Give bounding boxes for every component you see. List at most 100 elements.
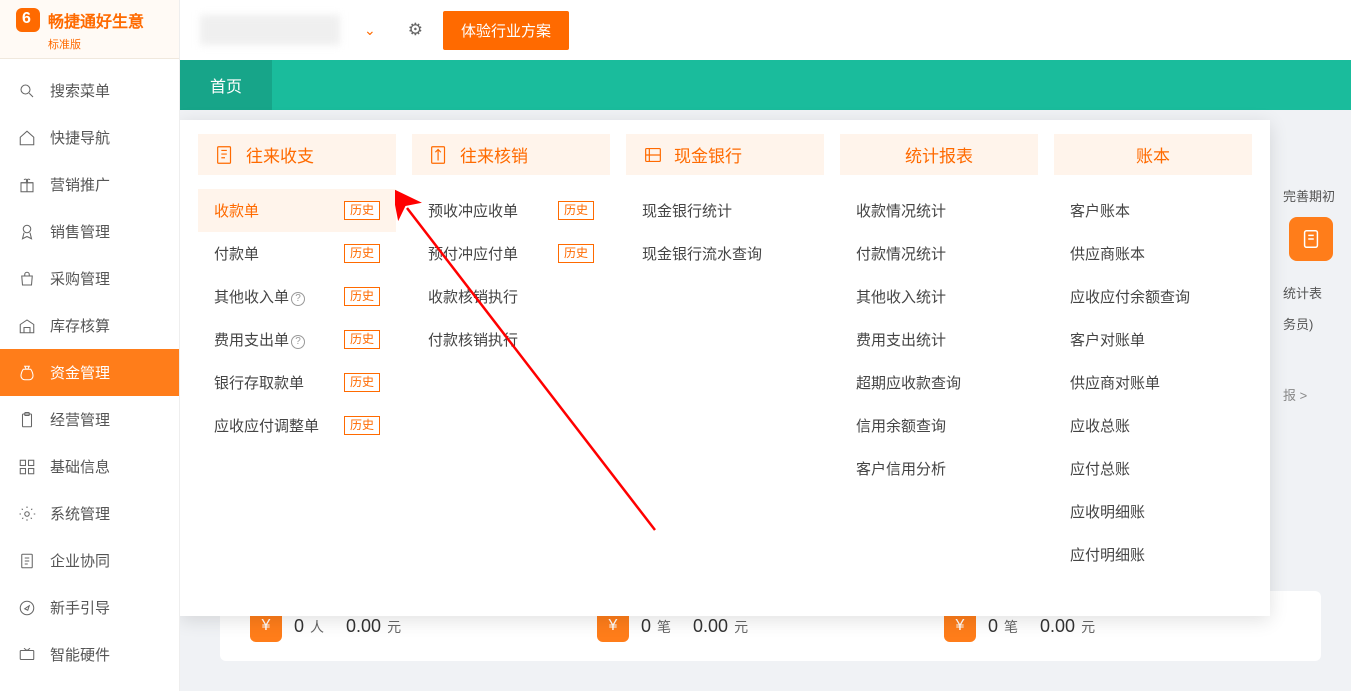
sidebar-item-9[interactable]: 系统管理: [0, 490, 179, 537]
menu-item-label: 收款单: [214, 200, 259, 221]
receipt-icon: [214, 144, 236, 166]
sidebar-item-3[interactable]: 销售管理: [0, 208, 179, 255]
flyout-header-writeoff: 往来核销: [412, 134, 610, 175]
sidebar-item-7[interactable]: 经营管理: [0, 396, 179, 443]
history-badge[interactable]: 历史: [558, 201, 594, 219]
settings-gear-icon[interactable]: ⚙: [400, 20, 431, 40]
stat1-amt: 0.00: [346, 616, 381, 637]
stat3-amt: 0.00: [1040, 616, 1075, 637]
menu-item-col4-5[interactable]: 信用余额查询: [840, 404, 1038, 447]
org-dropdown-arrow-icon[interactable]: ⌄: [352, 22, 388, 39]
history-badge[interactable]: 历史: [344, 330, 380, 348]
menu-item-label: 预付冲应付单: [428, 243, 518, 264]
flyout-list-1: 收款单历史付款单历史其他收入单?历史费用支出单?历史银行存取款单历史应收应付调整…: [198, 189, 396, 447]
menu-item-label: 收款核销执行: [428, 286, 518, 307]
menu-item-col4-6[interactable]: 客户信用分析: [840, 447, 1038, 490]
menu-item-col3-0[interactable]: 现金银行统计: [626, 189, 824, 232]
history-badge[interactable]: 历史: [558, 244, 594, 262]
stat1-val: 0: [294, 616, 304, 637]
menu-item-label: 供应商账本: [1070, 243, 1145, 264]
history-badge[interactable]: 历史: [344, 244, 380, 262]
history-badge[interactable]: 历史: [344, 416, 380, 434]
menu-item-col4-0[interactable]: 收款情况统计: [840, 189, 1038, 232]
tab-home[interactable]: 首页: [180, 60, 272, 110]
moneybag-icon: [18, 364, 36, 382]
sidebar-item-8[interactable]: 基础信息: [0, 443, 179, 490]
stat3-unit2: 元: [1081, 617, 1095, 637]
finance-mega-menu: 往来收支 收款单历史付款单历史其他收入单?历史费用支出单?历史银行存取款单历史应…: [180, 120, 1270, 616]
menu-item-label: 客户对账单: [1070, 329, 1145, 350]
sidebar-item-1[interactable]: 快捷导航: [0, 114, 179, 161]
help-icon: ?: [291, 292, 305, 306]
menu-item-col1-2[interactable]: 其他收入单?历史: [198, 275, 396, 318]
bag-icon: [18, 270, 36, 288]
menu-item-col3-1[interactable]: 现金银行流水查询: [626, 232, 824, 275]
menu-item-label: 现金银行统计: [642, 200, 732, 221]
stat3-val: 0: [988, 616, 998, 637]
menu-item-col4-2[interactable]: 其他收入统计: [840, 275, 1038, 318]
peek-more-link[interactable]: 报 >: [1281, 379, 1351, 410]
menu-item-col5-3[interactable]: 客户对账单: [1054, 318, 1252, 361]
menu-item-col5-8[interactable]: 应付明细账: [1054, 533, 1252, 576]
menu-item-col4-1[interactable]: 付款情况统计: [840, 232, 1038, 275]
history-badge[interactable]: 历史: [344, 201, 380, 219]
top-header: ⌄ ⚙ 体验行业方案: [180, 0, 1351, 60]
menu-item-label: 应收应付调整单: [214, 415, 319, 436]
warehouse-icon: [18, 317, 36, 335]
menu-item-label: 客户账本: [1070, 200, 1130, 221]
side-menu: 搜索菜单快捷导航营销推广销售管理采购管理库存核算资金管理经营管理基础信息系统管理…: [0, 59, 179, 678]
menu-item-label: 应收应付余额查询: [1070, 286, 1190, 307]
flyout-header-receipts: 往来收支: [198, 134, 396, 175]
flyout-title-3: 现金银行: [674, 142, 742, 167]
stat2-val: 0: [641, 616, 651, 637]
trial-plan-button[interactable]: 体验行业方案: [443, 11, 569, 50]
help-icon: ?: [291, 335, 305, 349]
menu-item-col4-3[interactable]: 费用支出统计: [840, 318, 1038, 361]
menu-item-col2-0[interactable]: 预收冲应收单历史: [412, 189, 610, 232]
menu-item-col5-1[interactable]: 供应商账本: [1054, 232, 1252, 275]
menu-item-label: 付款单: [214, 243, 259, 264]
menu-item-col5-7[interactable]: 应收明细账: [1054, 490, 1252, 533]
gift-icon: [18, 176, 36, 194]
menu-item-col5-2[interactable]: 应收应付余额查询: [1054, 275, 1252, 318]
sidebar-item-4[interactable]: 采购管理: [0, 255, 179, 302]
menu-item-col5-6[interactable]: 应付总账: [1054, 447, 1252, 490]
stat2-amt: 0.00: [693, 616, 728, 637]
menu-item-label: 费用支出单?: [214, 329, 305, 350]
sidebar-item-2[interactable]: 营销推广: [0, 161, 179, 208]
history-badge[interactable]: 历史: [344, 287, 380, 305]
menu-item-col5-0[interactable]: 客户账本: [1054, 189, 1252, 232]
peek-line-2b: 务员): [1281, 308, 1351, 339]
menu-item-col2-3[interactable]: 付款核销执行: [412, 318, 610, 361]
menu-item-col4-4[interactable]: 超期应收款查询: [840, 361, 1038, 404]
menu-item-col5-4[interactable]: 供应商对账单: [1054, 361, 1252, 404]
menu-item-col1-4[interactable]: 银行存取款单 历史: [198, 361, 396, 404]
flyout-title-1: 往来收支: [246, 142, 314, 167]
menu-item-col2-2[interactable]: 收款核销执行: [412, 275, 610, 318]
flyout-header-reports: 统计报表: [840, 134, 1038, 175]
org-selector-redacted: [200, 15, 340, 45]
sidebar-item-11[interactable]: 新手引导: [0, 584, 179, 631]
floating-action-button[interactable]: [1289, 217, 1333, 261]
menu-item-col1-0[interactable]: 收款单 历史: [198, 189, 396, 232]
menu-item-col1-3[interactable]: 费用支出单? 历史: [198, 318, 396, 361]
flyout-col-ledger: 账本 客户账本供应商账本应收应付余额查询客户对账单供应商对账单应收总账应付总账应…: [1046, 134, 1260, 576]
menu-item-label: 应收总账: [1070, 415, 1130, 436]
menu-item-col2-1[interactable]: 预付冲应付单 历史: [412, 232, 610, 275]
history-badge[interactable]: 历史: [344, 373, 380, 391]
logo-mark-icon: [16, 8, 40, 32]
sidebar-item-12[interactable]: 智能硬件: [0, 631, 179, 678]
menu-item-label: 现金银行流水查询: [642, 243, 762, 264]
sidebar-item-10[interactable]: 企业协同: [0, 537, 179, 584]
menu-item-col1-5[interactable]: 应收应付调整单 历史: [198, 404, 396, 447]
menu-item-col5-5[interactable]: 应收总账: [1054, 404, 1252, 447]
sidebar: 畅捷通好生意 标准版 搜索菜单快捷导航营销推广销售管理采购管理库存核算资金管理经…: [0, 0, 180, 691]
menu-item-label: 应付明细账: [1070, 544, 1145, 565]
sidebar-item-6[interactable]: 资金管理: [0, 349, 179, 396]
stat2-unit2: 元: [734, 617, 748, 637]
menu-item-label: 银行存取款单: [214, 372, 304, 393]
sidebar-item-0[interactable]: 搜索菜单: [0, 67, 179, 114]
sidebar-label: 系统管理: [50, 503, 110, 524]
menu-item-col1-1[interactable]: 付款单 历史: [198, 232, 396, 275]
sidebar-item-5[interactable]: 库存核算: [0, 302, 179, 349]
